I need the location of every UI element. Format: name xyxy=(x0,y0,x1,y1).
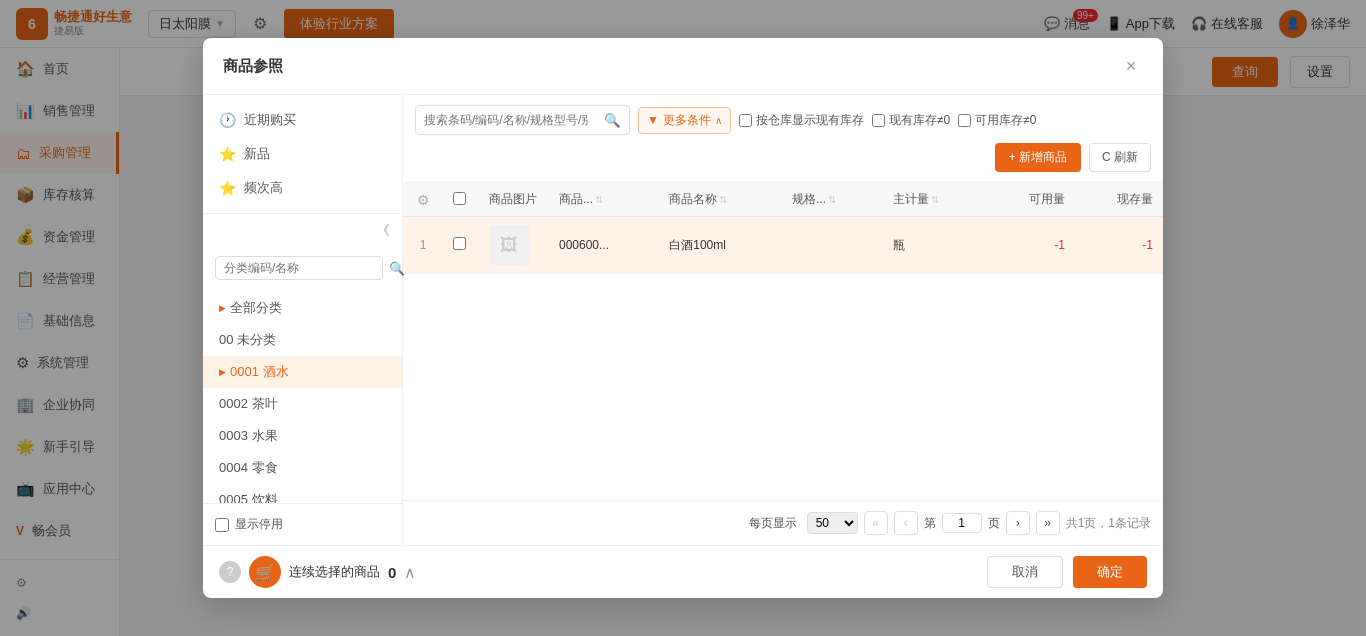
modal-title: 商品参照 xyxy=(223,57,283,76)
col-available-header[interactable]: 可用量 xyxy=(987,183,1075,217)
product-reference-modal: 商品参照 × 🕐 近期购买 ⭐ 新品 ⭐ 频次高 xyxy=(203,38,1163,598)
refresh-btn[interactable]: C 刷新 xyxy=(1089,143,1151,172)
checkbox-warehouse-input[interactable] xyxy=(739,114,752,127)
col-spec-header[interactable]: 规格...⇅ xyxy=(782,183,883,217)
add-product-btn[interactable]: + 新增商品 xyxy=(995,143,1081,172)
pagination: 每页显示 50 100 « ‹ 第 页 › » 共1页，1条记录 xyxy=(403,500,1163,545)
right-panel: 🔍 ▼ 更多条件 ∧ 按仓库显示现有库存 现有库存≠0 可用库存≠0 xyxy=(403,95,1163,545)
left-bottom: 显示停用 xyxy=(203,503,402,545)
per-page-label: 每页显示 xyxy=(749,515,797,532)
frequent-icon: ⭐ xyxy=(219,180,236,196)
row-name: 白酒100ml xyxy=(659,217,782,274)
category-all[interactable]: ▶ 全部分类 xyxy=(203,292,402,324)
per-page-select[interactable]: 50 100 xyxy=(807,512,858,534)
col-unit-header[interactable]: 主计量⇅ xyxy=(883,183,987,217)
page-text: 第 xyxy=(924,515,936,532)
row-available: -1 xyxy=(987,217,1075,274)
filter-caret-icon: ∧ xyxy=(715,115,722,126)
new-item[interactable]: ⭐ 新品 xyxy=(203,137,402,171)
checkbox-existing[interactable]: 现有库存≠0 xyxy=(872,112,950,129)
category-0002[interactable]: 0002 茶叶 xyxy=(203,388,402,420)
row-select-checkbox[interactable] xyxy=(453,237,466,250)
col-name-header[interactable]: 商品名称⇅ xyxy=(659,183,782,217)
product-search-box: 🔍 xyxy=(415,105,630,135)
checkbox-warehouse[interactable]: 按仓库显示现有库存 xyxy=(739,112,864,129)
new-icon: ⭐ xyxy=(219,146,236,162)
category-arrow-all: ▶ xyxy=(219,303,226,313)
cart-text-label: 连续选择的商品 xyxy=(289,563,380,581)
collapse-section: 《 xyxy=(203,214,402,248)
table-row[interactable]: 1 🖼 000600... 白酒100ml 瓶 -1 -1 xyxy=(403,217,1163,274)
page-info: 共1页，1条记录 xyxy=(1066,515,1151,532)
category-search-row: 🔍 xyxy=(203,248,402,288)
filter-icon: ▼ xyxy=(647,113,659,127)
col-checkbox xyxy=(443,183,479,217)
first-page-btn[interactable]: « xyxy=(864,511,888,535)
col-code-header[interactable]: 商品...⇅ xyxy=(549,183,659,217)
checkbox-existing-input[interactable] xyxy=(872,114,885,127)
toolbar: 🔍 ▼ 更多条件 ∧ 按仓库显示现有库存 现有库存≠0 可用库存≠0 xyxy=(403,95,1163,183)
col-settings[interactable]: ⚙ xyxy=(403,183,443,217)
row-code: 000600... xyxy=(549,217,659,274)
frequent-item[interactable]: ⭐ 频次高 xyxy=(203,171,402,205)
category-0005[interactable]: 0005 饮料 xyxy=(203,484,402,503)
col-image-header: 商品图片 xyxy=(479,183,549,217)
left-quick-nav: 🕐 近期购买 ⭐ 新品 ⭐ 频次高 xyxy=(203,95,402,214)
product-image-placeholder: 🖼 xyxy=(489,225,529,265)
product-table: ⚙ 商品图片 商品...⇅ 商品名称⇅ 规格...⇅ 主计量⇅ 可用量 现存量 xyxy=(403,183,1163,274)
prev-page-btn[interactable]: ‹ xyxy=(894,511,918,535)
category-0001[interactable]: ▶ 0001 酒水 xyxy=(203,356,402,388)
product-search-btn[interactable]: 🔍 xyxy=(596,113,629,128)
confirm-btn[interactable]: 确定 xyxy=(1073,556,1147,588)
active-category-arrow: ▶ xyxy=(219,367,226,377)
modal-header: 商品参照 × xyxy=(203,38,1163,95)
product-search-input[interactable] xyxy=(416,113,596,127)
cart-icon-btn[interactable]: 🛒 xyxy=(249,556,281,588)
category-search-input[interactable] xyxy=(215,256,383,280)
select-all-checkbox[interactable] xyxy=(453,192,466,205)
cancel-btn[interactable]: 取消 xyxy=(987,556,1063,588)
toolbar-right-btns: + 新增商品 C 刷新 xyxy=(995,143,1151,172)
next-page-btn[interactable]: › xyxy=(1006,511,1030,535)
col-stock-header[interactable]: 现存量 xyxy=(1075,183,1163,217)
left-panel: 🕐 近期购买 ⭐ 新品 ⭐ 频次高 《 🔍 xyxy=(203,95,403,545)
recent-purchase-item[interactable]: 🕐 近期购买 xyxy=(203,103,402,137)
category-list: ▶ 全部分类 00 未分类 ▶ 0001 酒水 0002 茶叶 0003 水果 xyxy=(203,288,402,503)
collapse-up-icon[interactable]: ∧ xyxy=(404,563,416,582)
show-disabled-checkbox[interactable] xyxy=(215,518,229,532)
footer-left: ? 🛒 连续选择的商品 0 ∧ xyxy=(219,556,416,588)
last-page-btn[interactable]: » xyxy=(1036,511,1060,535)
row-image: 🖼 xyxy=(479,217,549,274)
checkbox-available-input[interactable] xyxy=(958,114,971,127)
table-container: ⚙ 商品图片 商品...⇅ 商品名称⇅ 规格...⇅ 主计量⇅ 可用量 现存量 xyxy=(403,183,1163,500)
row-stock: -1 xyxy=(1075,217,1163,274)
row-spec xyxy=(782,217,883,274)
category-uncategorized[interactable]: 00 未分类 xyxy=(203,324,402,356)
category-0003[interactable]: 0003 水果 xyxy=(203,420,402,452)
modal-close-btn[interactable]: × xyxy=(1119,54,1143,78)
page-text2: 页 xyxy=(988,515,1000,532)
help-icon-btn[interactable]: ? xyxy=(219,561,241,583)
row-checkbox[interactable] xyxy=(443,217,479,274)
checkbox-available[interactable]: 可用库存≠0 xyxy=(958,112,1036,129)
category-0004[interactable]: 0004 零食 xyxy=(203,452,402,484)
footer-right: 取消 确定 xyxy=(987,556,1147,588)
collapse-btn[interactable]: 《 xyxy=(372,218,394,244)
row-index: 1 xyxy=(403,217,443,274)
cart-count-value: 0 xyxy=(388,564,396,581)
show-disabled-label[interactable]: 显示停用 xyxy=(215,516,390,533)
filter-btn[interactable]: ▼ 更多条件 ∧ xyxy=(638,107,731,134)
row-unit: 瓶 xyxy=(883,217,987,274)
modal-body: 🕐 近期购买 ⭐ 新品 ⭐ 频次高 《 🔍 xyxy=(203,95,1163,545)
page-number-input[interactable] xyxy=(942,513,982,533)
modal-footer: ? 🛒 连续选择的商品 0 ∧ 取消 确定 xyxy=(203,545,1163,598)
recent-icon: 🕐 xyxy=(219,112,236,128)
